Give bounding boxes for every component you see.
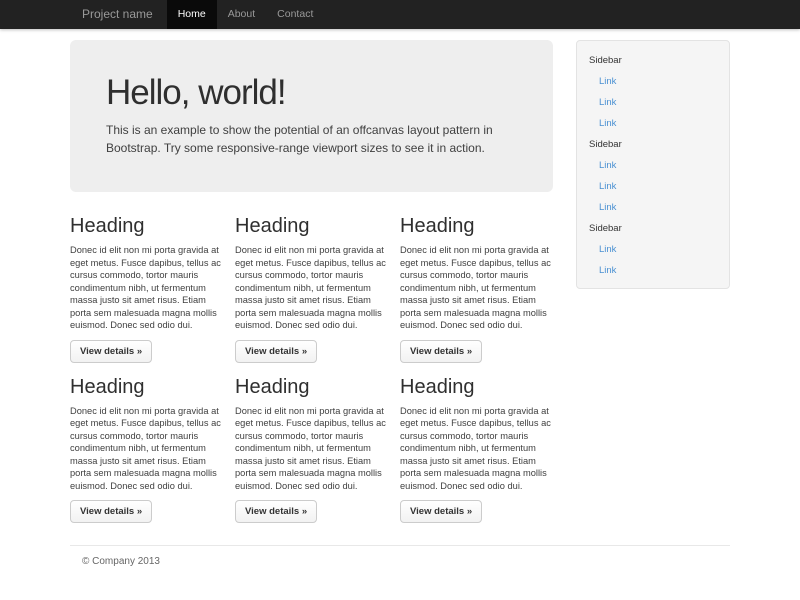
- view-details-button[interactable]: View details »: [235, 500, 317, 523]
- sidebar-header: Sidebar: [577, 50, 729, 71]
- card-body: Donec id elit non mi porta gravida at eg…: [235, 244, 388, 332]
- sidebar-link[interactable]: Link: [577, 92, 729, 113]
- content-row: Hello, world! This is an example to show…: [70, 40, 730, 535]
- view-details-button[interactable]: View details »: [70, 500, 152, 523]
- feature-card: Heading Donec id elit non mi porta gravi…: [400, 375, 553, 524]
- nav-item-home[interactable]: Home: [167, 0, 217, 29]
- view-details-button[interactable]: View details »: [400, 500, 482, 523]
- nav-item-contact[interactable]: Contact: [266, 0, 324, 29]
- card-body: Donec id elit non mi porta gravida at eg…: [70, 244, 223, 332]
- card-heading: Heading: [400, 375, 553, 400]
- card-body: Donec id elit non mi porta gravida at eg…: [70, 405, 223, 493]
- sidebar-link[interactable]: Link: [577, 71, 729, 92]
- footer: © Company 2013: [70, 556, 730, 567]
- cards-row-1: Heading Donec id elit non mi porta gravi…: [70, 214, 553, 363]
- feature-card: Heading Donec id elit non mi porta gravi…: [400, 214, 553, 363]
- card-body: Donec id elit non mi porta gravida at eg…: [235, 405, 388, 493]
- main-column: Hello, world! This is an example to show…: [70, 40, 553, 535]
- sidebar-link[interactable]: Link: [577, 176, 729, 197]
- view-details-button[interactable]: View details »: [235, 340, 317, 363]
- feature-card: Heading Donec id elit non mi porta gravi…: [235, 214, 388, 363]
- sidebar-header: Sidebar: [577, 218, 729, 239]
- jumbotron: Hello, world! This is an example to show…: [70, 40, 553, 192]
- sidebar-link[interactable]: Link: [577, 155, 729, 176]
- sidebar-group-3: Sidebar Link Link: [577, 218, 729, 281]
- feature-card: Heading Donec id elit non mi porta gravi…: [70, 214, 223, 363]
- navbar-inner: Project name Home About Contact: [70, 0, 730, 29]
- sidebar-group-1: Sidebar Link Link Link: [577, 50, 729, 134]
- sidebar-link[interactable]: Link: [577, 239, 729, 260]
- navbar: Project name Home About Contact: [0, 0, 800, 29]
- card-body: Donec id elit non mi porta gravida at eg…: [400, 244, 553, 332]
- jumbotron-title: Hello, world!: [106, 73, 517, 113]
- view-details-button[interactable]: View details »: [400, 340, 482, 363]
- footer-divider: [70, 545, 730, 546]
- card-heading: Heading: [235, 214, 388, 239]
- nav-item-about[interactable]: About: [217, 0, 266, 29]
- feature-card: Heading Donec id elit non mi porta gravi…: [235, 375, 388, 524]
- view-details-button[interactable]: View details »: [70, 340, 152, 363]
- card-body: Donec id elit non mi porta gravida at eg…: [400, 405, 553, 493]
- sidebar-group-2: Sidebar Link Link Link: [577, 134, 729, 218]
- sidebar: Sidebar Link Link Link Sidebar Link Link…: [576, 40, 730, 289]
- copyright-text: © Company 2013: [82, 556, 730, 567]
- jumbotron-body: This is an example to show the potential…: [106, 121, 508, 157]
- sidebar-link[interactable]: Link: [577, 113, 729, 134]
- card-heading: Heading: [400, 214, 553, 239]
- sidebar-header: Sidebar: [577, 134, 729, 155]
- sidebar-link[interactable]: Link: [577, 260, 729, 281]
- sidebar-link[interactable]: Link: [577, 197, 729, 218]
- page-container: Hello, world! This is an example to show…: [70, 40, 730, 567]
- navbar-brand[interactable]: Project name: [70, 0, 167, 29]
- cards-row-2: Heading Donec id elit non mi porta gravi…: [70, 375, 553, 524]
- card-heading: Heading: [70, 214, 223, 239]
- feature-card: Heading Donec id elit non mi porta gravi…: [70, 375, 223, 524]
- navbar-menu: Home About Contact: [167, 0, 325, 29]
- card-heading: Heading: [235, 375, 388, 400]
- card-heading: Heading: [70, 375, 223, 400]
